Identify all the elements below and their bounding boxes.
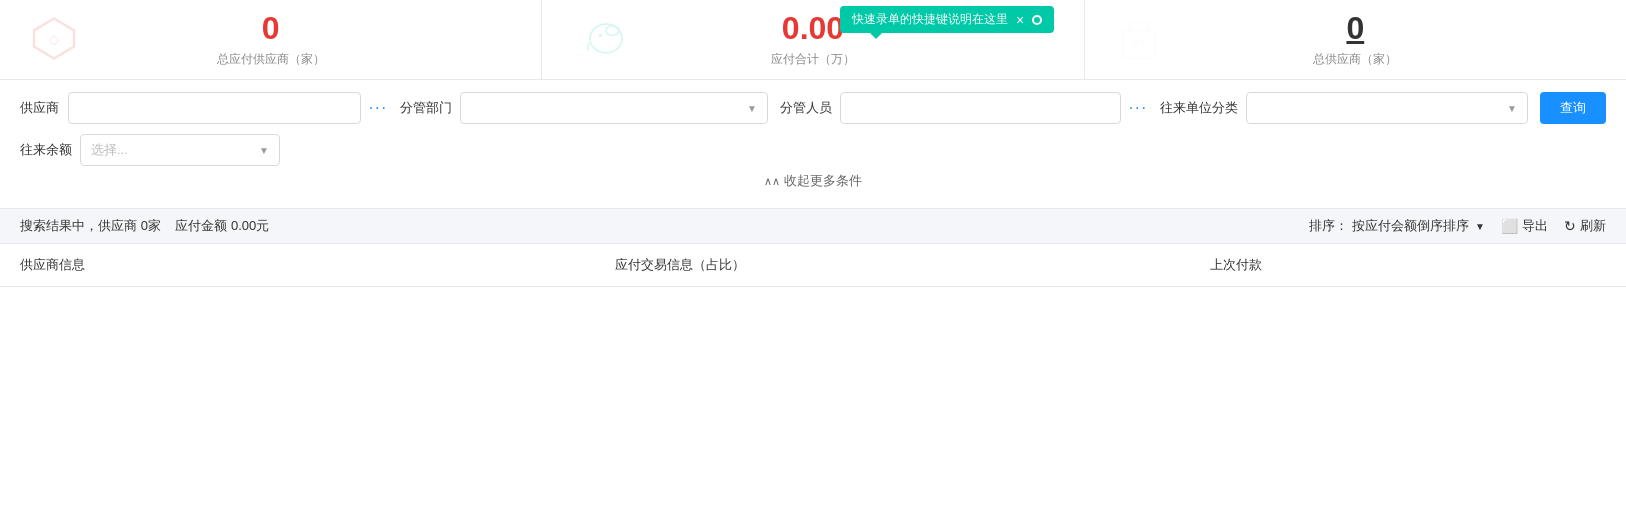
export-label: 导出 — [1522, 217, 1548, 235]
svg-rect-5 — [1123, 30, 1155, 58]
stat-payable-total: 0.00 应付合计（万） 快速录单的快捷键说明在这里 × — [542, 0, 1084, 79]
unit-category-dropdown[interactable]: ▼ — [1246, 92, 1528, 124]
unit-category-chevron-icon: ▼ — [1507, 103, 1517, 114]
table-col-last-payment: 上次付款 — [1210, 256, 1607, 274]
person-input[interactable] — [840, 92, 1121, 124]
balance-label: 往来余额 — [20, 141, 72, 159]
filter-unit-category: 往来单位分类 ▼ — [1160, 92, 1528, 124]
amount-value: 0.00元 — [231, 218, 269, 233]
stat-label-payable-total: 应付合计（万） — [771, 51, 855, 68]
stats-bar: ◇ 0 总应付供应商（家） 0.00 应付合计（万） 快速录单的快捷键说明在这里… — [0, 0, 1626, 80]
filter-section: 供应商 ··· 分管部门 ▼ 分管人员 ··· 往来单位分类 ▼ — [0, 80, 1626, 209]
supplier-input[interactable] — [68, 92, 361, 124]
svg-rect-8 — [1140, 38, 1145, 44]
collapse-up-icon: ∧∧ — [764, 175, 780, 188]
filter-supplier: 供应商 ··· — [20, 92, 388, 124]
department-label: 分管部门 — [400, 99, 452, 117]
table-col-transaction-info: 应付交易信息（占比） — [615, 256, 1210, 274]
tooltip-dot — [1032, 15, 1042, 25]
tooltip-close-btn[interactable]: × — [1016, 13, 1024, 27]
result-actions: 排序： 按应付会额倒序排序 ▼ ⬜ 导出 ↻ 刷新 — [1309, 217, 1606, 235]
result-info: 搜索结果中，供应商 0家 应付金额 0.00元 — [20, 217, 269, 235]
svg-rect-7 — [1132, 38, 1137, 44]
department-chevron-icon: ▼ — [747, 103, 757, 114]
sort-select[interactable]: 排序： 按应付会额倒序排序 ▼ — [1309, 217, 1485, 235]
sort-chevron-icon: ▼ — [1475, 221, 1485, 232]
table-col-supplier-info: 供应商信息 — [20, 256, 615, 274]
balance-dropdown[interactable]: 选择... ▼ — [80, 134, 280, 166]
stat-number-payable-suppliers: 0 — [262, 11, 280, 46]
query-button[interactable]: 查询 — [1540, 92, 1606, 124]
refresh-label: 刷新 — [1580, 217, 1606, 235]
tooltip-bubble: 快速录单的快捷键说明在这里 × — [840, 6, 1054, 33]
refresh-btn[interactable]: ↻ 刷新 — [1564, 217, 1606, 235]
department-dropdown[interactable]: ▼ — [460, 92, 768, 124]
svg-point-4 — [599, 33, 602, 36]
filter-balance: 往来余额 选择... ▼ — [20, 134, 320, 166]
sort-prefix: 排序： — [1309, 217, 1348, 235]
supplier-dots-btn[interactable]: ··· — [369, 99, 388, 117]
stat-icon-diamond: ◇ — [30, 14, 78, 65]
stat-number-total-suppliers: 0 — [1346, 11, 1364, 46]
balance-placeholder: 选择... — [91, 141, 255, 159]
filter-person: 分管人员 ··· — [780, 92, 1148, 124]
stat-icon-building — [1115, 14, 1163, 65]
filter-row-1: 供应商 ··· 分管部门 ▼ 分管人员 ··· 往来单位分类 ▼ — [20, 92, 1606, 124]
svg-text:◇: ◇ — [49, 31, 59, 46]
person-dots-btn[interactable]: ··· — [1129, 99, 1148, 117]
tooltip-text: 快速录单的快捷键说明在这里 — [852, 11, 1008, 28]
stat-label-total-suppliers: 总供应商（家） — [1313, 51, 1397, 68]
stat-number-payable-total: 0.00 — [782, 11, 844, 46]
filter-row-2: 往来余额 选择... ▼ — [20, 134, 1606, 166]
supplier-label: 供应商 — [20, 99, 60, 117]
svg-rect-6 — [1129, 22, 1148, 30]
stat-total-suppliers: 0 总供应商（家） — [1085, 0, 1626, 79]
table-header: 供应商信息 应付交易信息（占比） 上次付款 — [0, 244, 1626, 287]
supplier-count: 0家 — [141, 218, 161, 233]
unit-category-label: 往来单位分类 — [1160, 99, 1238, 117]
balance-chevron-icon: ▼ — [259, 145, 269, 156]
result-bar: 搜索结果中，供应商 0家 应付金额 0.00元 排序： 按应付会额倒序排序 ▼ … — [0, 209, 1626, 244]
search-result-prefix: 搜索结果中，供应商 — [20, 218, 137, 233]
collapse-label: 收起更多条件 — [784, 172, 862, 190]
person-label: 分管人员 — [780, 99, 832, 117]
export-icon: ⬜ — [1501, 218, 1518, 234]
export-btn[interactable]: ⬜ 导出 — [1501, 217, 1548, 235]
svg-point-3 — [606, 25, 619, 35]
stat-total-payable-suppliers: ◇ 0 总应付供应商（家） — [0, 0, 542, 79]
refresh-icon: ↻ — [1564, 218, 1576, 234]
amount-prefix: 应付金额 — [175, 218, 227, 233]
sort-label: 按应付会额倒序排序 — [1352, 217, 1469, 235]
stat-label-payable-suppliers: 总应付供应商（家） — [217, 51, 325, 68]
stat-icon-pig — [582, 14, 630, 65]
collapse-btn[interactable]: ∧∧ 收起更多条件 — [20, 166, 1606, 196]
filter-department: 分管部门 ▼ — [400, 92, 768, 124]
table-body — [0, 287, 1626, 515]
